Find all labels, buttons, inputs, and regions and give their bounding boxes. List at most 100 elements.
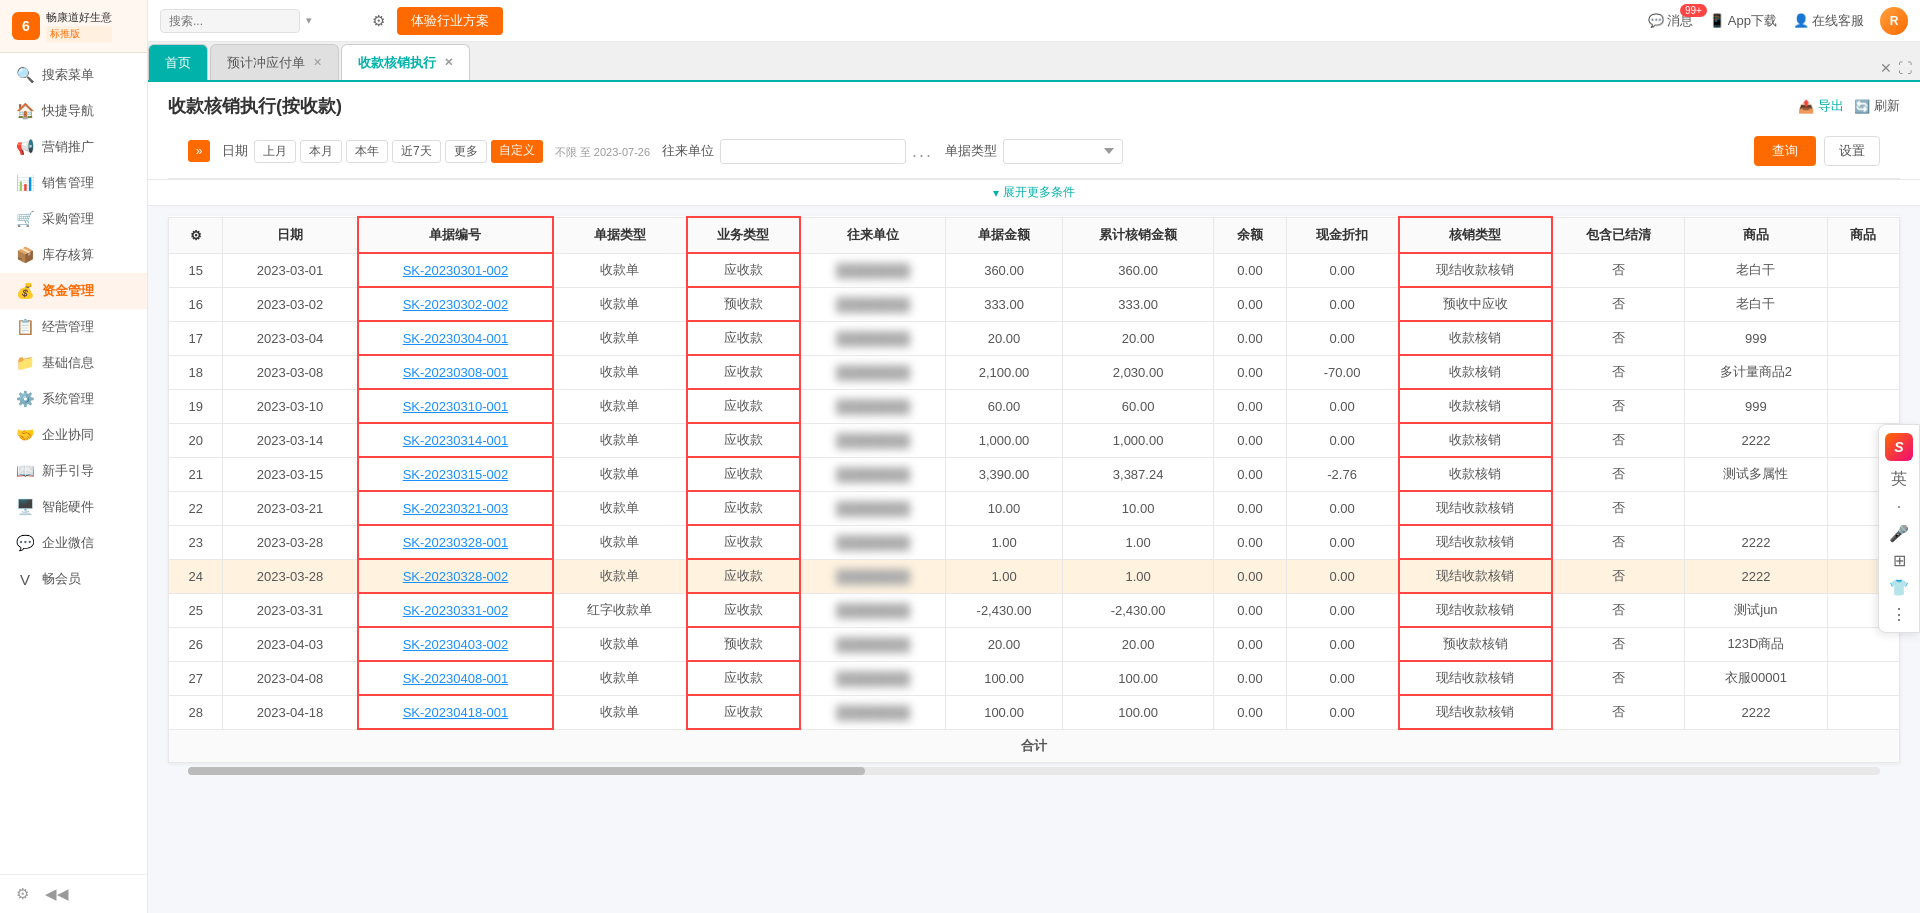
query-button[interactable]: 查询 <box>1754 136 1816 166</box>
refresh-button[interactable]: 🔄 刷新 <box>1854 97 1900 115</box>
table-row[interactable]: 28 2023-04-18 SK-20230418-001 收款单 应收款 ██… <box>169 695 1900 729</box>
table-row[interactable]: 19 2023-03-10 SK-20230310-001 收款单 应收款 ██… <box>169 389 1900 423</box>
table-row[interactable]: 26 2023-04-03 SK-20230403-002 收款单 预收款 ██… <box>169 627 1900 661</box>
td-bill-no[interactable]: SK-20230302-002 <box>358 287 553 321</box>
sidebar-item-system[interactable]: ⚙️ 系统管理 <box>0 381 147 417</box>
tab-prepay[interactable]: 预计冲应付单 ✕ <box>210 44 339 80</box>
user-avatar[interactable]: R <box>1880 7 1908 35</box>
app-download[interactable]: 📱 App下载 <box>1709 12 1777 30</box>
td-bill-no[interactable]: SK-20230310-001 <box>358 389 553 423</box>
tab-close-icon[interactable]: ✕ <box>1880 60 1892 76</box>
table-row[interactable]: 20 2023-03-14 SK-20230314-001 收款单 应收款 ██… <box>169 423 1900 457</box>
float-dot-icon[interactable]: · <box>1897 498 1901 516</box>
table-row[interactable]: 18 2023-03-08 SK-20230308-001 收款单 应收款 ██… <box>169 355 1900 389</box>
table-scroll-bar[interactable] <box>188 767 1880 775</box>
td-bill-no[interactable]: SK-20230418-001 <box>358 695 553 729</box>
td-bill-no[interactable]: SK-20230314-001 <box>358 423 553 457</box>
filter-dots[interactable]: ... <box>912 141 933 162</box>
sidebar-item-quick-nav[interactable]: 🏠 快捷导航 <box>0 93 147 129</box>
date-btn-7days[interactable]: 近7天 <box>392 140 441 163</box>
messages-badge[interactable]: 💬 消息 99+ <box>1648 12 1693 30</box>
th-date[interactable]: 日期 <box>223 217 358 253</box>
online-service[interactable]: 👤 在线客服 <box>1793 12 1864 30</box>
sidebar-item-inventory[interactable]: 📦 库存核算 <box>0 237 147 273</box>
float-shirt-icon[interactable]: 👕 <box>1889 578 1909 597</box>
s-logo[interactable]: S <box>1885 433 1913 461</box>
filter-bill-type-select[interactable] <box>1003 139 1123 164</box>
date-btn-more[interactable]: 更多 <box>445 140 487 163</box>
sidebar-item-sales[interactable]: 📊 销售管理 <box>0 165 147 201</box>
collapse-icon[interactable]: ◀◀ <box>45 885 69 903</box>
tab-receipt-close[interactable]: ✕ <box>444 56 453 69</box>
th-goods[interactable]: 商品 <box>1684 217 1827 253</box>
th-write-off-type[interactable]: 核销类型 <box>1399 217 1552 253</box>
header-gear-icon[interactable]: ⚙ <box>372 12 385 30</box>
float-more-icon[interactable]: ⋮ <box>1891 605 1907 624</box>
th-partner[interactable]: 往来单位 <box>800 217 946 253</box>
th-goods2[interactable]: 商品 <box>1827 217 1899 253</box>
sidebar-item-hardware[interactable]: 🖥️ 智能硬件 <box>0 489 147 525</box>
th-write-off-amount[interactable]: 累计核销金额 <box>1062 217 1214 253</box>
td-bill-no[interactable]: SK-20230328-001 <box>358 525 553 559</box>
settings-bottom-icon[interactable]: ⚙ <box>16 885 29 903</box>
sidebar-item-search[interactable]: 🔍 搜索菜单 <box>0 57 147 93</box>
date-btn-last-month[interactable]: 上月 <box>254 140 296 163</box>
filter-toggle-button[interactable]: » <box>188 140 210 162</box>
sidebar-item-basic-info[interactable]: 📁 基础信息 <box>0 345 147 381</box>
float-english-icon[interactable]: 英 <box>1891 469 1907 490</box>
header-search-input[interactable] <box>160 9 300 33</box>
sidebar-item-wechat[interactable]: 💬 企业微信 <box>0 525 147 561</box>
table-row[interactable]: 23 2023-03-28 SK-20230328-001 收款单 应收款 ██… <box>169 525 1900 559</box>
export-button[interactable]: 📤 导出 <box>1798 97 1844 115</box>
table-row[interactable]: 21 2023-03-15 SK-20230315-002 收款单 应收款 ██… <box>169 457 1900 491</box>
td-bill-no[interactable]: SK-20230408-001 <box>358 661 553 695</box>
table-row[interactable]: 25 2023-03-31 SK-20230331-002 红字收款单 应收款 … <box>169 593 1900 627</box>
sidebar-item-funds[interactable]: 💰 资金管理 <box>0 273 147 309</box>
tab-expand-icon[interactable]: ⛶ <box>1898 60 1912 76</box>
sidebar-item-guide[interactable]: 📖 新手引导 <box>0 453 147 489</box>
tab-home[interactable]: 首页 <box>148 44 208 80</box>
td-bill-no[interactable]: SK-20230315-002 <box>358 457 553 491</box>
filter-partner-input[interactable] <box>720 139 906 164</box>
float-grid-icon[interactable]: ⊞ <box>1893 551 1906 570</box>
th-balance[interactable]: 余额 <box>1214 217 1286 253</box>
th-bill-type[interactable]: 单据类型 <box>553 217 686 253</box>
tab-receipt-write-off[interactable]: 收款核销执行 ✕ <box>341 44 470 80</box>
page-title: 收款核销执行(按收款) <box>168 94 342 118</box>
th-include-settled[interactable]: 包含已结清 <box>1552 217 1685 253</box>
dropdown-icon[interactable]: ▾ <box>306 14 312 27</box>
filter-expand-bar[interactable]: ▾ 展开更多条件 <box>148 180 1920 206</box>
td-bill-no[interactable]: SK-20230301-002 <box>358 253 553 287</box>
filter-custom-tag[interactable]: 自定义 <box>491 140 543 163</box>
td-bill-no[interactable]: SK-20230331-002 <box>358 593 553 627</box>
th-gear[interactable]: ⚙ <box>169 217 223 253</box>
sidebar-item-operations[interactable]: 📋 经营管理 <box>0 309 147 345</box>
td-bill-no[interactable]: SK-20230308-001 <box>358 355 553 389</box>
td-bill-no[interactable]: SK-20230304-001 <box>358 321 553 355</box>
th-bill-no[interactable]: 单据编号 <box>358 217 553 253</box>
tab-bar: 首页 预计冲应付单 ✕ 收款核销执行 ✕ ✕ ⛶ <box>148 42 1920 82</box>
table-row[interactable]: 27 2023-04-08 SK-20230408-001 收款单 应收款 ██… <box>169 661 1900 695</box>
table-row[interactable]: 22 2023-03-21 SK-20230321-003 收款单 应收款 ██… <box>169 491 1900 525</box>
solution-button[interactable]: 体验行业方案 <box>397 7 503 35</box>
th-amount[interactable]: 单据金额 <box>946 217 1062 253</box>
td-bill-no[interactable]: SK-20230328-002 <box>358 559 553 593</box>
date-btn-this-year[interactable]: 本年 <box>346 140 388 163</box>
table-row[interactable]: 24 2023-03-28 SK-20230328-002 收款单 应收款 ██… <box>169 559 1900 593</box>
table-container[interactable]: ⚙ 日期 单据编号 单据类型 业务类型 往来单位 单据金额 累计核销金额 余额 … <box>148 206 1920 913</box>
sidebar-item-enterprise[interactable]: 🤝 企业协同 <box>0 417 147 453</box>
td-bill-no[interactable]: SK-20230321-003 <box>358 491 553 525</box>
td-bill-no[interactable]: SK-20230403-002 <box>358 627 553 661</box>
th-biz-type[interactable]: 业务类型 <box>687 217 800 253</box>
tab-prepay-close[interactable]: ✕ <box>313 56 322 69</box>
sidebar-item-marketing[interactable]: 📢 营销推广 <box>0 129 147 165</box>
table-row[interactable]: 17 2023-03-04 SK-20230304-001 收款单 应收款 ██… <box>169 321 1900 355</box>
setting-button[interactable]: 设置 <box>1824 136 1880 166</box>
table-row[interactable]: 15 2023-03-01 SK-20230301-002 收款单 应收款 ██… <box>169 253 1900 287</box>
sidebar-item-member[interactable]: V 畅会员 <box>0 561 147 597</box>
th-cash-discount[interactable]: 现金折扣 <box>1286 217 1399 253</box>
table-row[interactable]: 16 2023-03-02 SK-20230302-002 收款单 预收款 ██… <box>169 287 1900 321</box>
float-mic-icon[interactable]: 🎤 <box>1889 524 1909 543</box>
date-btn-this-month[interactable]: 本月 <box>300 140 342 163</box>
sidebar-item-purchase[interactable]: 🛒 采购管理 <box>0 201 147 237</box>
